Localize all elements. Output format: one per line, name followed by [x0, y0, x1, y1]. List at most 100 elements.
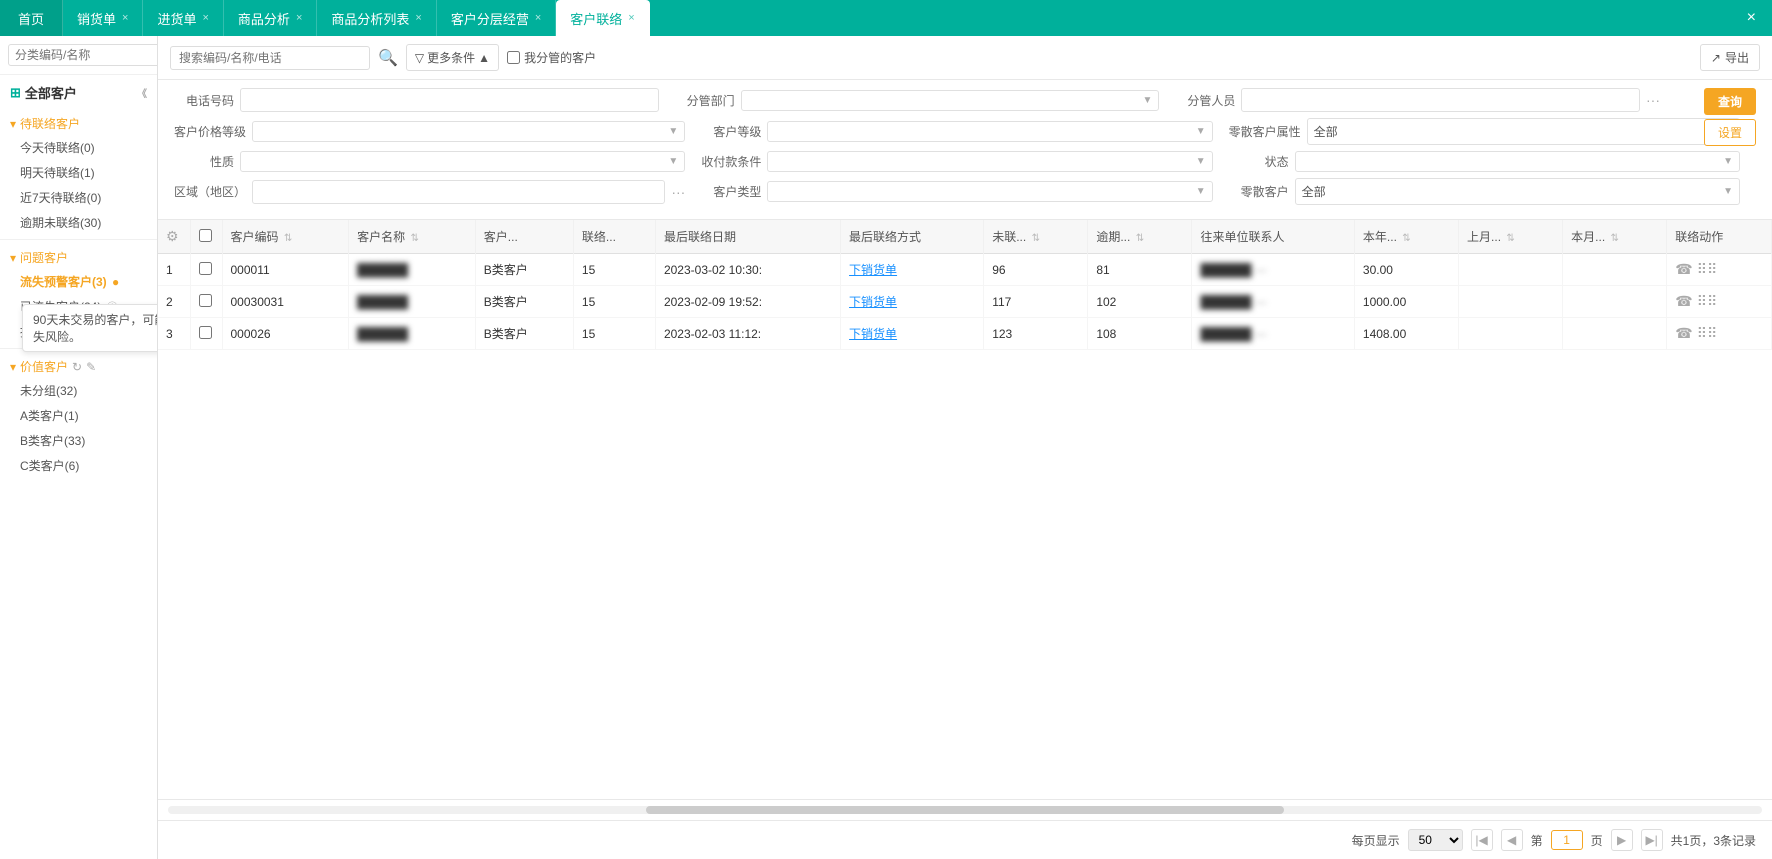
- horizontal-scrollbar-area: [158, 799, 1772, 820]
- row-action-more-0[interactable]: ⠿⠿: [1697, 261, 1718, 278]
- sidebar-item-decline[interactable]: 持续下滑客户(2) ⓘ: [0, 319, 157, 344]
- cell-actions-0: ☎ ⠿⠿: [1667, 254, 1772, 286]
- tab-customer-tier-close[interactable]: ×: [535, 12, 541, 24]
- tab-analysis-list-close[interactable]: ×: [415, 12, 421, 24]
- per-page-select[interactable]: 50 100 200: [1408, 829, 1463, 851]
- sidebar-item-today-contact[interactable]: 今天待联络(0): [0, 135, 157, 160]
- gender-select[interactable]: ▼: [240, 151, 685, 172]
- first-page-button[interactable]: |◀: [1471, 829, 1493, 851]
- tab-customer-link[interactable]: 客户联络 ×: [556, 0, 649, 36]
- export-button[interactable]: ↗ 导出: [1700, 44, 1760, 71]
- cell-last-method-0[interactable]: 下销货单: [841, 254, 984, 286]
- cell-check-0[interactable]: [190, 254, 222, 286]
- prev-page-button[interactable]: ◀: [1501, 829, 1523, 851]
- sidebar-search-input[interactable]: [8, 44, 158, 66]
- customer-type-select[interactable]: ▼: [767, 181, 1212, 202]
- horizontal-scrollbar-thumb[interactable]: [646, 806, 1284, 814]
- tab-analysis-close[interactable]: ×: [296, 12, 302, 24]
- tab-analysis[interactable]: 商品分析 ×: [224, 0, 317, 36]
- cell-actions-2: ☎ ⠿⠿: [1667, 318, 1772, 350]
- my-customers-check-label[interactable]: 我分管的客户: [507, 49, 596, 66]
- retail-customer-select[interactable]: 全部 ▼: [1295, 178, 1740, 205]
- retail-attr-value: 全部: [1314, 123, 1338, 140]
- tab-home[interactable]: 首页: [0, 0, 63, 36]
- sidebar-item-overdue-contact[interactable]: 逾期未联络(30): [0, 210, 157, 235]
- region-input[interactable]: [252, 180, 665, 204]
- table-row: 2 00030031 ██████ B类客户 15 2023-02-09 19:…: [158, 286, 1772, 318]
- row-checkbox-1[interactable]: [199, 294, 212, 307]
- sidebar-item-loss-warning[interactable]: 流失预警客户(3) ●: [0, 269, 157, 294]
- price-grade-select[interactable]: ▼: [252, 121, 685, 142]
- sidebar-item-lost[interactable]: 已流失客户(24) ⓘ: [0, 294, 157, 319]
- cell-last-method-2[interactable]: 下销货单: [841, 318, 984, 350]
- col-settings[interactable]: ⚙: [158, 220, 190, 254]
- person-dots-icon[interactable]: ···: [1646, 92, 1660, 108]
- row-action-phone-1[interactable]: ☎: [1675, 293, 1692, 310]
- tab-sales-close[interactable]: ×: [122, 12, 128, 24]
- col-name[interactable]: 客户名称 ⇅: [349, 220, 476, 254]
- tab-purchase[interactable]: 进货单 ×: [143, 0, 223, 36]
- collapse-icon[interactable]: 《: [137, 85, 147, 100]
- tab-sales[interactable]: 销货单 ×: [63, 0, 143, 36]
- export-label: 导出: [1725, 49, 1749, 66]
- person-input[interactable]: [1241, 88, 1640, 112]
- value-edit-icon[interactable]: ✎: [86, 360, 96, 374]
- sidebar-item-ungrouped[interactable]: 未分组(32): [0, 378, 157, 403]
- row-action-more-1[interactable]: ⠿⠿: [1697, 293, 1718, 310]
- retail-attr-select[interactable]: 全部 ▼: [1307, 118, 1740, 145]
- row-action-more-2[interactable]: ⠿⠿: [1697, 325, 1718, 342]
- col-type: 客户...: [475, 220, 573, 254]
- col-code[interactable]: 客户编码 ⇅: [222, 220, 349, 254]
- current-page-input[interactable]: 1: [1551, 830, 1583, 850]
- sidebar-item-class-a[interactable]: A类客户(1): [0, 403, 157, 428]
- horizontal-scrollbar-track[interactable]: [168, 806, 1762, 814]
- query-button[interactable]: 查询: [1704, 88, 1756, 115]
- sidebar-group-problem[interactable]: ▾ 问题客户: [0, 244, 157, 269]
- loss-warning-dot: ●: [112, 275, 119, 289]
- filter-search-button[interactable]: 🔍: [378, 48, 398, 68]
- grade-select[interactable]: ▼: [767, 121, 1212, 142]
- all-customers-header[interactable]: ⊞ 全部客户 《: [0, 75, 157, 110]
- row-action-phone-0[interactable]: ☎: [1675, 261, 1692, 278]
- phone-label: 电话号码: [174, 92, 234, 109]
- filter-more-button[interactable]: ▽ 更多条件 ▲: [406, 44, 499, 71]
- cell-check-1[interactable]: [190, 286, 222, 318]
- region-dots-icon[interactable]: ···: [671, 184, 685, 200]
- sidebar-item-class-b[interactable]: B类客户(33): [0, 428, 157, 453]
- tab-analysis-list[interactable]: 商品分析列表 ×: [317, 0, 436, 36]
- tab-sales-label: 销货单: [77, 9, 116, 28]
- col-settings-gear-icon[interactable]: ⚙: [166, 228, 179, 244]
- arrow-down-icon-2: ▾: [10, 251, 16, 265]
- status-select[interactable]: ▼: [1295, 151, 1740, 172]
- tab-customer-tier[interactable]: 客户分层经营 ×: [437, 0, 556, 36]
- row-checkbox-2[interactable]: [199, 326, 212, 339]
- cell-this-month-2: [1563, 318, 1667, 350]
- phone-input[interactable]: [240, 88, 659, 112]
- select-all-checkbox[interactable]: [199, 229, 212, 242]
- my-customers-checkbox[interactable]: [507, 51, 520, 64]
- row-checkbox-0[interactable]: [199, 262, 212, 275]
- value-refresh-icon[interactable]: ↻: [72, 360, 82, 374]
- payment-select[interactable]: ▼: [767, 151, 1212, 172]
- window-close-button[interactable]: ×: [1731, 9, 1772, 27]
- settings-button[interactable]: 设置: [1704, 119, 1756, 146]
- dept-select[interactable]: ▼: [741, 90, 1160, 111]
- sidebar-group-pending[interactable]: ▾ 待联络客户: [0, 110, 157, 135]
- filter-search-input[interactable]: [170, 46, 370, 70]
- cell-last-method-1[interactable]: 下销货单: [841, 286, 984, 318]
- blurred-contact-1: ██████ ···: [1200, 295, 1266, 309]
- sidebar-group-value[interactable]: ▾ 价值客户 ↻ ✎: [0, 353, 157, 378]
- sidebar-item-loss-warning-label: 流失预警客户(3): [20, 275, 107, 289]
- row-action-phone-2[interactable]: ☎: [1675, 325, 1692, 342]
- cell-check-2[interactable]: [190, 318, 222, 350]
- last-page-button[interactable]: ▶|: [1641, 829, 1663, 851]
- cell-contact-2: 15: [573, 318, 655, 350]
- tab-purchase-close[interactable]: ×: [202, 12, 208, 24]
- cell-code-0: 000011: [222, 254, 349, 286]
- sidebar-item-tomorrow-contact[interactable]: 明天待联络(1): [0, 160, 157, 185]
- blurred-name-0: ██████: [357, 263, 408, 277]
- tab-customer-link-close[interactable]: ×: [628, 12, 634, 24]
- sidebar-item-week-contact[interactable]: 近7天待联络(0): [0, 185, 157, 210]
- sidebar-item-class-c[interactable]: C类客户(6): [0, 453, 157, 478]
- next-page-button[interactable]: ▶: [1611, 829, 1633, 851]
